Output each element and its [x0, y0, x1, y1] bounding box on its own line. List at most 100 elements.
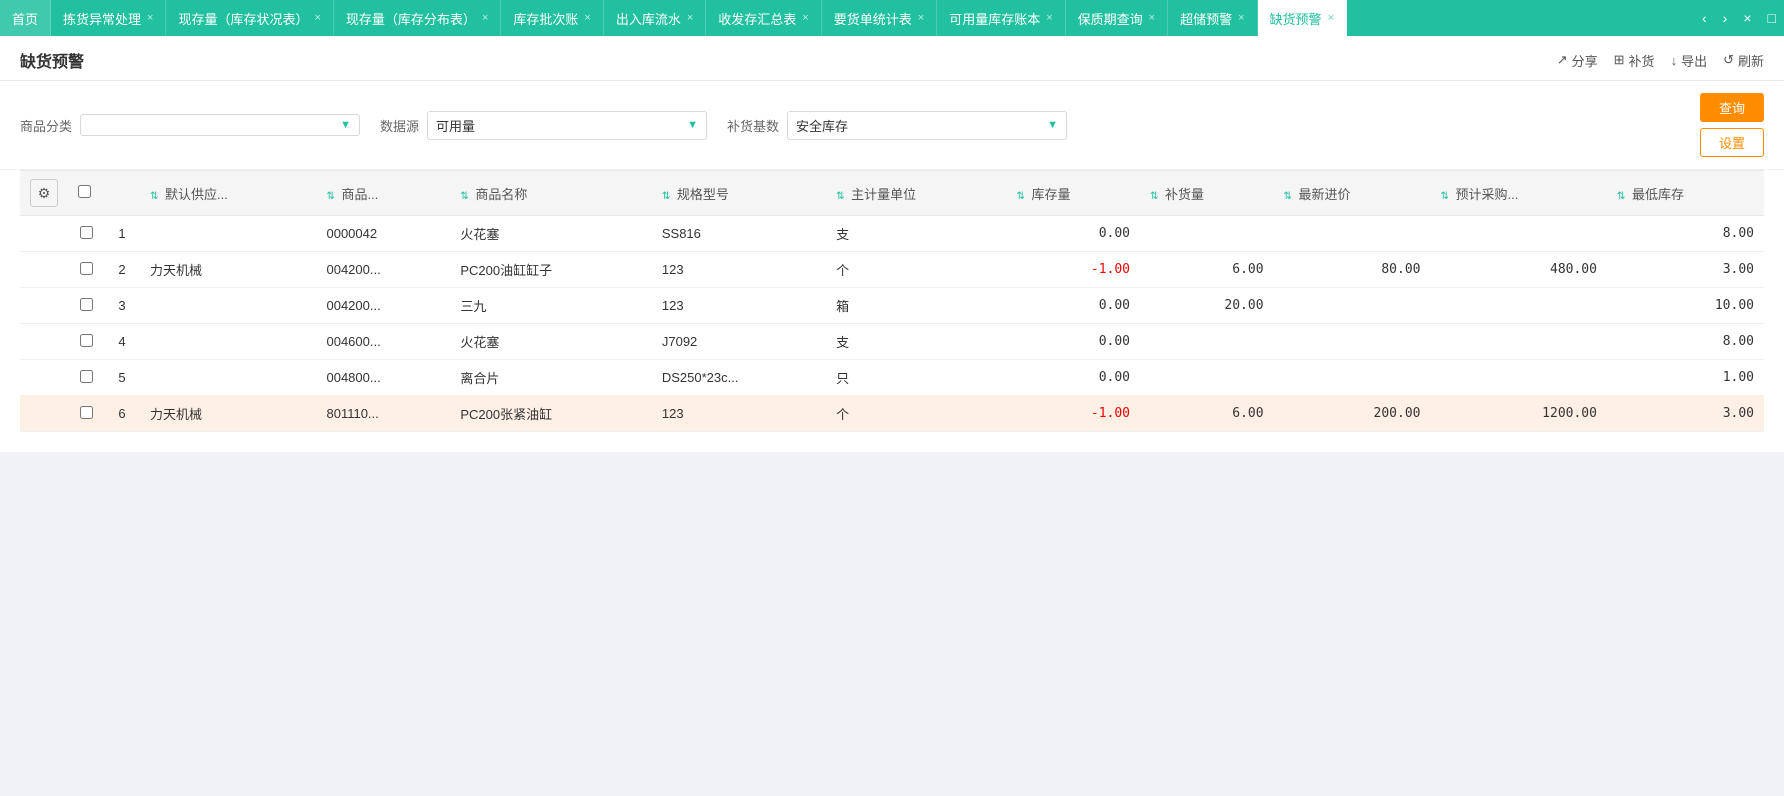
- tab-restore-btn[interactable]: □: [1760, 0, 1784, 36]
- col-product-code[interactable]: ⇅ 商品...: [316, 171, 450, 216]
- tab-expiry-query-close[interactable]: ×: [1149, 12, 1155, 24]
- tab-available-ledger[interactable]: 可用量库存账本 ×: [937, 0, 1065, 36]
- row-name: PC200油缸缸子: [450, 252, 652, 288]
- row-checkbox[interactable]: [80, 298, 93, 311]
- row-replenish-qty: 6.00: [1140, 396, 1274, 432]
- row-checkbox-cell[interactable]: [68, 360, 104, 396]
- category-select-arrow-icon: ▼: [340, 119, 351, 131]
- row-checkbox-cell[interactable]: [68, 288, 104, 324]
- category-filter-group: 商品分类 ▼: [20, 114, 360, 136]
- col-latest-price[interactable]: ⇅ 最新进价: [1274, 171, 1431, 216]
- row-name: 火花塞: [450, 324, 652, 360]
- col-checkbox: [68, 171, 104, 216]
- tab-shortage-close[interactable]: ×: [1328, 12, 1334, 24]
- tab-abnormal[interactable]: 拣货异常处理 ×: [51, 0, 166, 36]
- tab-demand-stat[interactable]: 要货单统计表 ×: [822, 0, 937, 36]
- col-product-name[interactable]: ⇅ 商品名称: [450, 171, 652, 216]
- row-unit: 个: [826, 252, 1006, 288]
- tab-inout-flow[interactable]: 出入库流水 ×: [604, 0, 706, 36]
- row-checkbox[interactable]: [80, 262, 93, 275]
- row-checkbox-cell[interactable]: [68, 396, 104, 432]
- refresh-icon: ↺: [1723, 52, 1734, 68]
- replenish-base-select[interactable]: 安全库存 ▼: [787, 111, 1067, 140]
- refresh-btn[interactable]: ↺ 刷新: [1723, 51, 1764, 70]
- row-spec: 123: [652, 396, 826, 432]
- row-spec: DS250*23c...: [652, 360, 826, 396]
- tab-expiry-query[interactable]: 保质期查询 ×: [1066, 0, 1168, 36]
- table-row: 6 力天机械 801110... PC200张紧油缸 123 个 -1.00 6…: [20, 396, 1764, 432]
- col-unit[interactable]: ⇅ 主计量单位: [826, 171, 1006, 216]
- row-unit: 支: [826, 216, 1006, 252]
- tab-recv-summary-close[interactable]: ×: [802, 12, 808, 24]
- col-est-purchase[interactable]: ⇅ 预计采购...: [1430, 171, 1606, 216]
- row-est-purchase: [1430, 288, 1606, 324]
- row-checkbox-cell[interactable]: [68, 252, 104, 288]
- column-settings-icon[interactable]: ⚙: [30, 179, 58, 207]
- row-min-stock: 1.00: [1607, 360, 1764, 396]
- row-unit: 只: [826, 360, 1006, 396]
- tab-batch-account[interactable]: 库存批次账 ×: [501, 0, 603, 36]
- tab-home[interactable]: 首页: [0, 0, 51, 36]
- query-button[interactable]: 查询: [1700, 93, 1764, 122]
- tab-batch-account-close[interactable]: ×: [584, 12, 590, 24]
- tab-inventory-status[interactable]: 现存量（库存状况表） ×: [166, 0, 333, 36]
- tab-recv-summary[interactable]: 收发存汇总表 ×: [706, 0, 821, 36]
- row-checkbox[interactable]: [80, 226, 93, 239]
- table-row: 2 力天机械 004200... PC200油缸缸子 123 个 -1.00 6…: [20, 252, 1764, 288]
- datasource-select[interactable]: 可用量 ▼: [427, 111, 707, 140]
- tab-abnormal-close[interactable]: ×: [147, 12, 153, 24]
- col-default-supplier[interactable]: ⇅ 默认供应...: [140, 171, 316, 216]
- tab-prev-btn[interactable]: ‹: [1694, 0, 1715, 36]
- select-all-checkbox[interactable]: [78, 185, 91, 198]
- row-min-stock: 10.00: [1607, 288, 1764, 324]
- tab-shortage[interactable]: 缺货预警 ×: [1258, 0, 1347, 36]
- row-name: 火花塞: [450, 216, 652, 252]
- datasource-filter-group: 数据源 可用量 ▼: [380, 111, 707, 140]
- row-checkbox-cell[interactable]: [68, 324, 104, 360]
- row-stock: 0.00: [1007, 324, 1141, 360]
- table-container: ⚙ ⇅ 默认供应... ⇅ 商品... ⇅: [0, 170, 1784, 452]
- tab-nav-controls: ‹ › × □: [1694, 0, 1784, 36]
- col-spec[interactable]: ⇅ 规格型号: [652, 171, 826, 216]
- row-checkbox[interactable]: [80, 370, 93, 383]
- row-min-stock: 8.00: [1607, 216, 1764, 252]
- row-checkbox[interactable]: [80, 406, 93, 419]
- share-btn[interactable]: ↗ 分享: [1557, 51, 1598, 70]
- tab-inventory-status-close[interactable]: ×: [314, 12, 320, 24]
- row-code: 004200...: [316, 252, 450, 288]
- table-body: 1 0000042 火花塞 SS816 支 0.00 8.00 2 力天机械 0…: [20, 216, 1764, 432]
- row-no: 5: [104, 360, 140, 396]
- tab-next-btn[interactable]: ›: [1715, 0, 1736, 36]
- col-min-stock[interactable]: ⇅ 最低库存: [1607, 171, 1764, 216]
- row-min-stock: 3.00: [1607, 252, 1764, 288]
- row-replenish-qty: [1140, 216, 1274, 252]
- category-select[interactable]: ▼: [80, 114, 360, 136]
- replenish-btn[interactable]: ⊞ 补货: [1614, 51, 1655, 70]
- row-settings-cell: [20, 396, 68, 432]
- tab-available-ledger-close[interactable]: ×: [1046, 12, 1052, 24]
- sort-icon-supplier: ⇅: [150, 191, 158, 202]
- row-settings-cell: [20, 288, 68, 324]
- row-replenish-qty: [1140, 324, 1274, 360]
- row-checkbox-cell[interactable]: [68, 216, 104, 252]
- row-supplier: [140, 288, 316, 324]
- tab-inout-flow-close[interactable]: ×: [687, 12, 693, 24]
- export-btn[interactable]: ↓ 导出: [1671, 51, 1708, 70]
- col-replenish-qty[interactable]: ⇅ 补货量: [1140, 171, 1274, 216]
- row-checkbox[interactable]: [80, 334, 93, 347]
- settings-button[interactable]: 设置: [1700, 128, 1764, 157]
- col-stock[interactable]: ⇅ 库存量: [1007, 171, 1141, 216]
- tab-overstock[interactable]: 超储预警 ×: [1168, 0, 1257, 36]
- row-est-purchase: [1430, 216, 1606, 252]
- tab-inventory-dist[interactable]: 现存量（库存分布表） ×: [334, 0, 501, 36]
- tab-inventory-dist-close[interactable]: ×: [482, 12, 488, 24]
- sort-icon-code: ⇅: [326, 191, 334, 202]
- tab-demand-stat-close[interactable]: ×: [918, 12, 924, 24]
- datasource-select-arrow-icon: ▼: [687, 119, 698, 131]
- row-code: 004800...: [316, 360, 450, 396]
- row-supplier: [140, 216, 316, 252]
- tab-overstock-close[interactable]: ×: [1238, 12, 1244, 24]
- tab-close-all-btn[interactable]: ×: [1735, 0, 1759, 36]
- row-unit: 个: [826, 396, 1006, 432]
- row-stock: -1.00: [1007, 396, 1141, 432]
